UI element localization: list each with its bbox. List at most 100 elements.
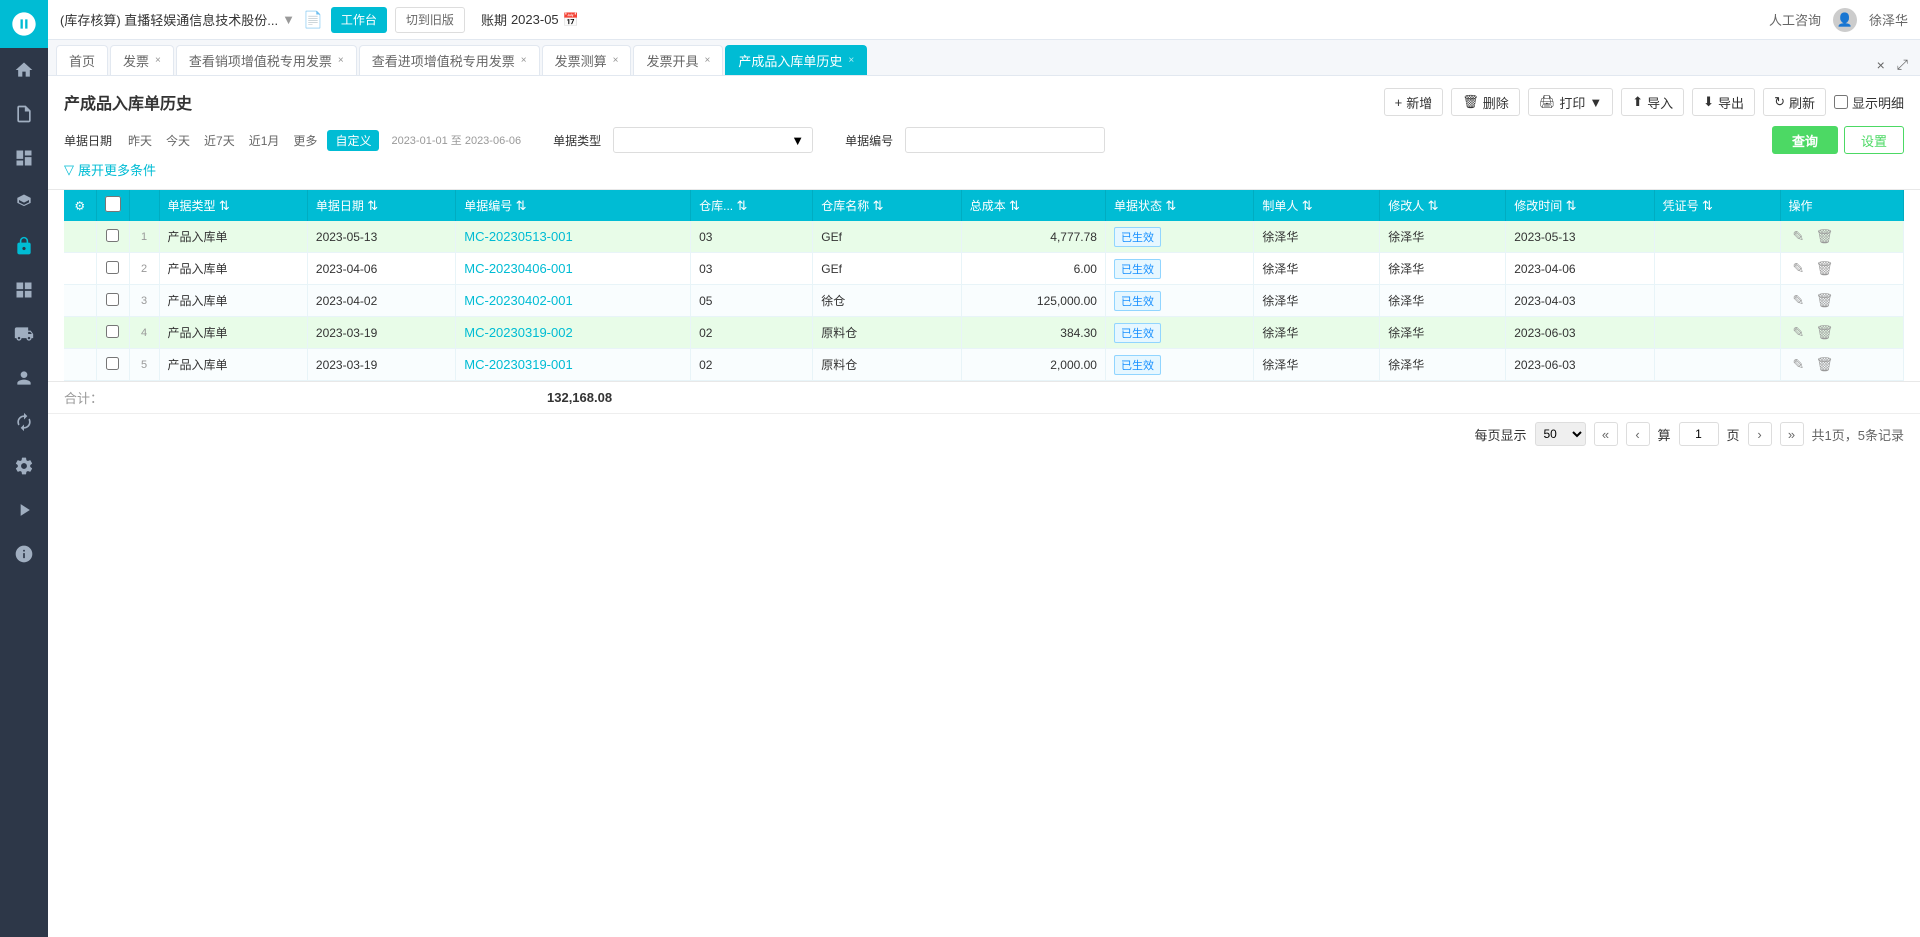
tab-purchase-vat-close[interactable]: ×	[521, 55, 527, 66]
history-mode-button[interactable]: 切到旧版	[395, 7, 465, 33]
doc-num-link-4[interactable]: MC-20230319-002	[464, 325, 572, 340]
import-button[interactable]: ⬆ 导入	[1621, 88, 1684, 116]
date-1month-button[interactable]: 近1月	[245, 130, 284, 151]
tab-sales-vat[interactable]: 查看销项增值税专用发票 ×	[176, 45, 357, 75]
row-checkbox-4[interactable]	[106, 325, 119, 338]
sidebar-item-docs[interactable]	[0, 92, 48, 136]
doc-num-link-5[interactable]: MC-20230319-001	[464, 357, 572, 372]
doc-num-link-2[interactable]: MC-20230406-001	[464, 261, 572, 276]
th-warehouse-name[interactable]: 仓库名称 ⇅	[813, 190, 961, 221]
th-settings[interactable]: ⚙	[64, 190, 96, 221]
th-voucher[interactable]: 凭证号 ⇅	[1654, 190, 1780, 221]
sidebar-item-grid[interactable]	[0, 268, 48, 312]
tab-invoice[interactable]: 发票 ×	[110, 45, 174, 75]
cell-docnum-4[interactable]: MC-20230319-002	[456, 317, 691, 349]
sidebar-item-home[interactable]	[0, 48, 48, 92]
cell-checkbox-2[interactable]	[96, 253, 129, 285]
row-checkbox-1[interactable]	[106, 229, 119, 242]
support-link[interactable]: 人工咨询	[1769, 10, 1821, 29]
sidebar-item-lock[interactable]	[0, 224, 48, 268]
date-yesterday-button[interactable]: 昨天	[124, 130, 156, 151]
sidebar-item-chart[interactable]	[0, 136, 48, 180]
cell-docnum-1[interactable]: MC-20230513-001	[456, 221, 691, 253]
sidebar-item-person[interactable]	[0, 356, 48, 400]
tab-purchase-vat[interactable]: 查看进项增值税专用发票 ×	[359, 45, 540, 75]
tab-invoice-issue[interactable]: 发票开具 ×	[633, 45, 723, 75]
date-today-button[interactable]: 今天	[162, 130, 194, 151]
th-doc-num[interactable]: 单据编号 ⇅	[456, 190, 691, 221]
sidebar-item-play[interactable]	[0, 488, 48, 532]
edit-button-1[interactable]: ✎	[1789, 226, 1809, 247]
cell-docnum-5[interactable]: MC-20230319-001	[456, 349, 691, 381]
cell-checkbox-3[interactable]	[96, 285, 129, 317]
cell-checkbox-1[interactable]	[96, 221, 129, 253]
th-creator[interactable]: 制单人 ⇅	[1254, 190, 1380, 221]
sidebar-item-refresh[interactable]	[0, 400, 48, 444]
th-status[interactable]: 单据状态 ⇅	[1105, 190, 1253, 221]
date-7days-button[interactable]: 近7天	[200, 130, 239, 151]
date-custom-button[interactable]: 自定义	[327, 130, 379, 151]
th-total-cost[interactable]: 总成本 ⇅	[961, 190, 1105, 221]
show-detail-toggle[interactable]: 显示明细	[1834, 93, 1904, 112]
next-page-button[interactable]: ›	[1748, 422, 1772, 446]
user-name[interactable]: 徐泽华	[1869, 10, 1908, 29]
th-modify-time[interactable]: 修改时间 ⇅	[1506, 190, 1654, 221]
select-all-checkbox[interactable]	[105, 196, 121, 212]
sidebar-item-version[interactable]	[0, 532, 48, 576]
edit-button-5[interactable]: ✎	[1789, 354, 1809, 375]
doc-num-input[interactable]	[905, 127, 1105, 153]
tab-close-all-button[interactable]: ×	[1873, 55, 1889, 75]
last-page-button[interactable]: »	[1780, 422, 1804, 446]
row-checkbox-2[interactable]	[106, 261, 119, 274]
cell-checkbox-4[interactable]	[96, 317, 129, 349]
doc-num-link-3[interactable]: MC-20230402-001	[464, 293, 572, 308]
prev-page-button[interactable]: ‹	[1626, 422, 1650, 446]
th-warehouse-code[interactable]: 仓库... ⇅	[691, 190, 813, 221]
per-page-select[interactable]: 10 20 50 100	[1535, 422, 1586, 446]
sidebar-item-truck[interactable]	[0, 312, 48, 356]
cell-docnum-3[interactable]: MC-20230402-001	[456, 285, 691, 317]
edit-button-3[interactable]: ✎	[1789, 290, 1809, 311]
th-doc-type[interactable]: 单据类型 ⇅	[159, 190, 307, 221]
delete-button-3[interactable]: 🗑	[1812, 290, 1838, 311]
row-checkbox-3[interactable]	[106, 293, 119, 306]
cell-checkbox-5[interactable]	[96, 349, 129, 381]
tab-invoice-issue-close[interactable]: ×	[704, 55, 710, 66]
row-checkbox-5[interactable]	[106, 357, 119, 370]
new-button[interactable]: + 新增	[1384, 88, 1444, 116]
expand-filter-button[interactable]: ▽ 展开更多条件	[64, 160, 1904, 179]
doc-num-link-1[interactable]: MC-20230513-001	[464, 229, 572, 244]
cell-docnum-2[interactable]: MC-20230406-001	[456, 253, 691, 285]
delete-button-1[interactable]: 🗑	[1812, 226, 1838, 247]
tab-invoice-calc[interactable]: 发票测算 ×	[542, 45, 632, 75]
query-button[interactable]: 查询	[1772, 126, 1838, 154]
sidebar-item-box[interactable]	[0, 180, 48, 224]
first-page-button[interactable]: «	[1594, 422, 1618, 446]
company-selector[interactable]: (库存核算) 直播轻娱通信息技术股份... ▼	[60, 10, 295, 29]
tab-expand-button[interactable]: ⤢	[1893, 54, 1912, 75]
tab-sales-vat-close[interactable]: ×	[338, 55, 344, 66]
refresh-button[interactable]: ↻ 刷新	[1763, 88, 1826, 116]
delete-button[interactable]: 🗑 删除	[1451, 88, 1520, 116]
tab-invoice-calc-close[interactable]: ×	[613, 55, 619, 66]
show-detail-checkbox[interactable]	[1834, 95, 1848, 109]
delete-button-2[interactable]: 🗑	[1812, 258, 1838, 279]
th-doc-date[interactable]: 单据日期 ⇅	[307, 190, 455, 221]
edit-button-2[interactable]: ✎	[1789, 258, 1809, 279]
page-number-input[interactable]	[1679, 422, 1719, 446]
workbench-button[interactable]: 工作台	[331, 7, 387, 33]
print-button[interactable]: 🖨 打印 ▼	[1528, 88, 1613, 116]
tab-product-history[interactable]: 产成品入库单历史 ×	[725, 45, 867, 75]
edit-button-4[interactable]: ✎	[1789, 322, 1809, 343]
delete-button-5[interactable]: 🗑	[1812, 354, 1838, 375]
tab-invoice-close[interactable]: ×	[155, 55, 161, 66]
tab-product-history-close[interactable]: ×	[848, 55, 854, 66]
export-button[interactable]: ⬇ 导出	[1692, 88, 1755, 116]
date-more-button[interactable]: 更多	[289, 130, 321, 151]
doc-type-select[interactable]: ▼	[613, 127, 813, 153]
th-checkbox[interactable]	[96, 190, 129, 221]
setting-button[interactable]: 设置	[1844, 126, 1904, 154]
sidebar-item-settings[interactable]	[0, 444, 48, 488]
delete-button-4[interactable]: 🗑	[1812, 322, 1838, 343]
tab-home[interactable]: 首页	[56, 45, 108, 75]
